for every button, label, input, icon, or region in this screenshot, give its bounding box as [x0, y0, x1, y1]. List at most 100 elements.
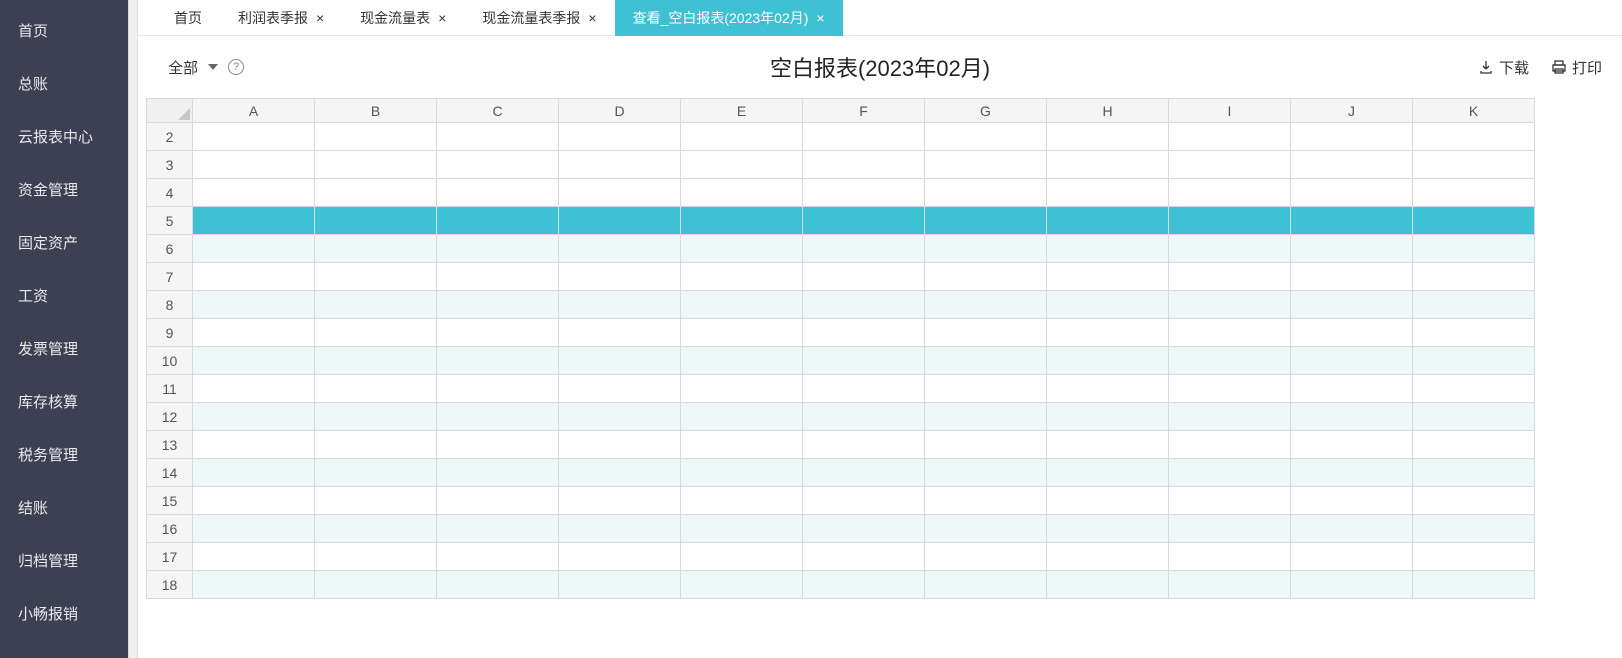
cell[interactable]: [681, 375, 803, 403]
row-header[interactable]: 16: [147, 515, 193, 543]
cell[interactable]: [559, 291, 681, 319]
cell[interactable]: [803, 235, 925, 263]
cell[interactable]: [1413, 347, 1535, 375]
column-header[interactable]: F: [803, 99, 925, 123]
cell[interactable]: [681, 263, 803, 291]
cell[interactable]: [193, 375, 315, 403]
row-header[interactable]: 11: [147, 375, 193, 403]
row-header[interactable]: 9: [147, 319, 193, 347]
cell[interactable]: [925, 459, 1047, 487]
cell[interactable]: [559, 515, 681, 543]
cell[interactable]: [559, 151, 681, 179]
cell[interactable]: [1291, 319, 1413, 347]
cell[interactable]: [1169, 291, 1291, 319]
cell[interactable]: [437, 431, 559, 459]
cell[interactable]: [437, 235, 559, 263]
sidebar-item-fund-management[interactable]: 资金管理: [0, 163, 128, 216]
cell[interactable]: [1169, 263, 1291, 291]
cell[interactable]: [681, 459, 803, 487]
cell[interactable]: [1047, 179, 1169, 207]
cell[interactable]: [1413, 291, 1535, 319]
cell[interactable]: [1413, 151, 1535, 179]
cell[interactable]: [193, 487, 315, 515]
cell[interactable]: [1291, 123, 1413, 151]
cell[interactable]: [437, 459, 559, 487]
cell[interactable]: [1169, 179, 1291, 207]
cell[interactable]: [681, 291, 803, 319]
cell[interactable]: [925, 571, 1047, 599]
cell[interactable]: [681, 543, 803, 571]
cell[interactable]: [193, 263, 315, 291]
row-header[interactable]: 17: [147, 543, 193, 571]
cell[interactable]: [925, 487, 1047, 515]
cell[interactable]: [315, 319, 437, 347]
cell[interactable]: [1291, 235, 1413, 263]
cell[interactable]: [1169, 151, 1291, 179]
cell[interactable]: [681, 179, 803, 207]
cell[interactable]: [1413, 403, 1535, 431]
cell[interactable]: [315, 431, 437, 459]
cell[interactable]: [1047, 347, 1169, 375]
cell[interactable]: [1291, 207, 1413, 235]
cell[interactable]: [559, 207, 681, 235]
cell[interactable]: [1413, 571, 1535, 599]
cell[interactable]: [315, 403, 437, 431]
cell[interactable]: [437, 515, 559, 543]
cell[interactable]: [803, 319, 925, 347]
cell[interactable]: [1291, 431, 1413, 459]
cell[interactable]: [437, 291, 559, 319]
cell[interactable]: [193, 151, 315, 179]
cell[interactable]: [681, 487, 803, 515]
cell[interactable]: [1413, 235, 1535, 263]
cell[interactable]: [559, 179, 681, 207]
cell[interactable]: [315, 543, 437, 571]
cell[interactable]: [1047, 235, 1169, 263]
cell[interactable]: [803, 571, 925, 599]
cell[interactable]: [925, 515, 1047, 543]
row-header[interactable]: 18: [147, 571, 193, 599]
row-header[interactable]: 2: [147, 123, 193, 151]
row-header[interactable]: 15: [147, 487, 193, 515]
cell[interactable]: [315, 291, 437, 319]
cell[interactable]: [315, 459, 437, 487]
cell[interactable]: [1169, 207, 1291, 235]
spreadsheet[interactable]: ABCDEFGHIJK 23456789101112131415161718: [138, 98, 1622, 658]
cell[interactable]: [1169, 319, 1291, 347]
column-header[interactable]: C: [437, 99, 559, 123]
cell[interactable]: [803, 347, 925, 375]
cell[interactable]: [1291, 347, 1413, 375]
cell[interactable]: [1047, 319, 1169, 347]
cell[interactable]: [193, 123, 315, 151]
cell[interactable]: [437, 179, 559, 207]
column-header[interactable]: E: [681, 99, 803, 123]
cell[interactable]: [193, 543, 315, 571]
cell[interactable]: [559, 403, 681, 431]
cell[interactable]: [803, 543, 925, 571]
cell[interactable]: [803, 459, 925, 487]
cell[interactable]: [1169, 347, 1291, 375]
sidebar-item-cloud-report[interactable]: 云报表中心: [0, 110, 128, 163]
cell[interactable]: [1047, 487, 1169, 515]
cell[interactable]: [315, 347, 437, 375]
row-header[interactable]: 13: [147, 431, 193, 459]
cell[interactable]: [803, 151, 925, 179]
cell[interactable]: [925, 235, 1047, 263]
cell[interactable]: [437, 347, 559, 375]
cell[interactable]: [193, 207, 315, 235]
tab-profit-quarterly[interactable]: 利润表季报 ×: [220, 0, 342, 36]
cell[interactable]: [193, 515, 315, 543]
tab-view-blank-report[interactable]: 查看_空白报表(2023年02月) ×: [615, 0, 843, 36]
cell[interactable]: [437, 123, 559, 151]
cell[interactable]: [315, 263, 437, 291]
sidebar-item-expense[interactable]: 小畅报销: [0, 587, 128, 640]
cell[interactable]: [559, 123, 681, 151]
column-header[interactable]: G: [925, 99, 1047, 123]
cell[interactable]: [1413, 543, 1535, 571]
cell[interactable]: [1169, 459, 1291, 487]
row-header[interactable]: 5: [147, 207, 193, 235]
cell[interactable]: [315, 487, 437, 515]
sidebar-item-invoice[interactable]: 发票管理: [0, 322, 128, 375]
cell[interactable]: [925, 207, 1047, 235]
cell[interactable]: [559, 319, 681, 347]
filter-dropdown[interactable]: 全部 ?: [168, 57, 244, 78]
